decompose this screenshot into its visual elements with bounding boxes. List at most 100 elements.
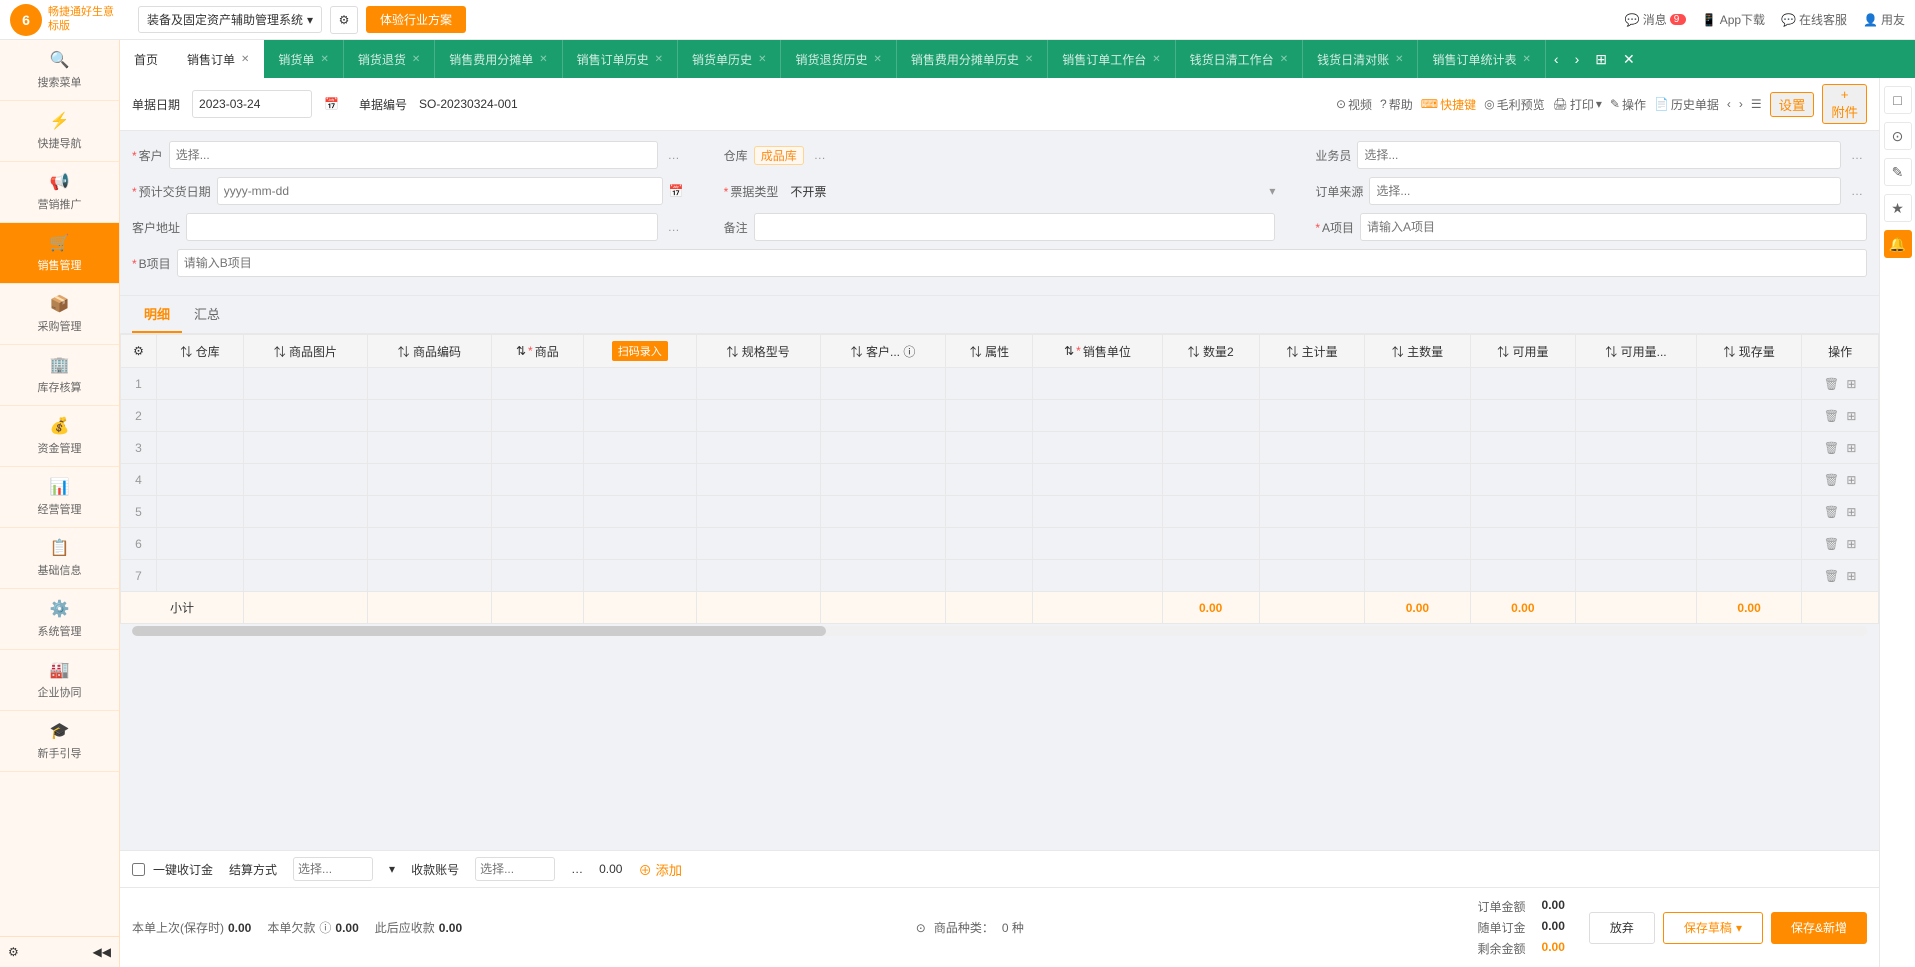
tab-close-bill-history[interactable]: ✕ bbox=[758, 54, 766, 65]
row-spec-4[interactable] bbox=[696, 464, 820, 496]
sidebar-item-search[interactable]: 🔍 搜索菜单 bbox=[0, 40, 119, 101]
row-attribute-1[interactable] bbox=[946, 368, 1033, 400]
row-sku-code-2[interactable] bbox=[367, 400, 491, 432]
row-customer-code-3[interactable] bbox=[820, 432, 946, 464]
row-attribute-5[interactable] bbox=[946, 496, 1033, 528]
row-delete-icon-7[interactable]: 🗑 bbox=[1824, 569, 1839, 583]
row-attribute-4[interactable] bbox=[946, 464, 1033, 496]
row-stock-4[interactable] bbox=[1696, 464, 1801, 496]
row-available-1[interactable] bbox=[1470, 368, 1575, 400]
row-attribute-2[interactable] bbox=[946, 400, 1033, 432]
operation-btn[interactable]: ✎ 操作 bbox=[1610, 96, 1646, 113]
tab-close-expense-split[interactable]: ✕ bbox=[539, 54, 547, 65]
customer-addr-ellipsis[interactable]: … bbox=[664, 220, 684, 234]
row-sales-unit-1[interactable] bbox=[1033, 368, 1162, 400]
account-input[interactable] bbox=[475, 857, 555, 881]
row-available2-7[interactable] bbox=[1576, 560, 1697, 592]
row-attribute-3[interactable] bbox=[946, 432, 1033, 464]
tab-summary[interactable]: 汇总 bbox=[182, 296, 232, 333]
th-main-qty[interactable]: ⇅ 主数量 bbox=[1365, 335, 1470, 368]
b-project-input[interactable] bbox=[177, 249, 1867, 277]
tab-sales-order[interactable]: 销售订单 ✕ bbox=[173, 40, 264, 78]
row-available-4[interactable] bbox=[1470, 464, 1575, 496]
th-sales-unit[interactable]: ⇅ *销售单位 bbox=[1033, 335, 1162, 368]
row-available2-1[interactable] bbox=[1576, 368, 1697, 400]
staff-input[interactable] bbox=[1357, 141, 1841, 169]
save-draft-dropdown-icon[interactable]: ▾ bbox=[1736, 921, 1742, 935]
row-product-3[interactable] bbox=[491, 432, 583, 464]
nav-next-btn[interactable]: › bbox=[1739, 97, 1743, 111]
th-customer-code[interactable]: ⇅ 客户... ⓘ bbox=[820, 335, 946, 368]
tab-close-expense-history[interactable]: ✕ bbox=[1025, 54, 1033, 65]
row-qty2-7[interactable] bbox=[1162, 560, 1259, 592]
row-available-6[interactable] bbox=[1470, 528, 1575, 560]
row-sku-code-5[interactable] bbox=[367, 496, 491, 528]
row-qty2-4[interactable] bbox=[1162, 464, 1259, 496]
add-payment-btn[interactable]: ⊕ 添加 bbox=[638, 860, 682, 879]
row-warehouse-6[interactable] bbox=[157, 528, 244, 560]
row-sales-unit-6[interactable] bbox=[1033, 528, 1162, 560]
online-service-button[interactable]: 💬 在线客服 bbox=[1781, 11, 1847, 28]
app-download-button[interactable]: 📱 App下载 bbox=[1702, 11, 1765, 28]
row-spec-3[interactable] bbox=[696, 432, 820, 464]
right-panel-btn-4[interactable]: ★ bbox=[1884, 194, 1912, 222]
tab-order-workbench[interactable]: 销售订单工作台 ✕ bbox=[1048, 40, 1175, 78]
date-input[interactable] bbox=[192, 90, 312, 118]
th-warehouse[interactable]: ⇅ 仓库 bbox=[157, 335, 244, 368]
row-main-unit-6[interactable] bbox=[1259, 528, 1364, 560]
row-main-qty-7[interactable] bbox=[1365, 560, 1470, 592]
save-new-button[interactable]: 保存&新增 bbox=[1771, 912, 1867, 944]
row-sku-code-3[interactable] bbox=[367, 432, 491, 464]
th-qty2[interactable]: ⇅ 数量2 bbox=[1162, 335, 1259, 368]
sidebar-item-inventory[interactable]: 🏢 库存核算 bbox=[0, 345, 119, 406]
row-sku-code-7[interactable] bbox=[367, 560, 491, 592]
solution-button[interactable]: 体验行业方案 bbox=[366, 6, 466, 33]
row-copy-icon-3[interactable]: ⊞ bbox=[1846, 441, 1856, 455]
row-product-6[interactable] bbox=[491, 528, 583, 560]
th-product[interactable]: ⇅ *商品 bbox=[491, 335, 583, 368]
nav-prev-btn[interactable]: ‹ bbox=[1727, 97, 1731, 111]
row-main-unit-1[interactable] bbox=[1259, 368, 1364, 400]
view-btn[interactable]: ⊙ 视频 bbox=[1336, 96, 1372, 113]
row-stock-5[interactable] bbox=[1696, 496, 1801, 528]
row-product-5[interactable] bbox=[491, 496, 583, 528]
scan-btn[interactable]: 扫码录入 bbox=[612, 341, 668, 361]
sidebar-item-sales[interactable]: 🛒 销售管理 bbox=[0, 223, 119, 284]
row-attribute-7[interactable] bbox=[946, 560, 1033, 592]
system-selector[interactable]: 装备及固定资产辅助管理系统 ▾ bbox=[138, 6, 322, 33]
row-stock-6[interactable] bbox=[1696, 528, 1801, 560]
sidebar-item-marketing[interactable]: 📢 营销推广 bbox=[0, 162, 119, 223]
help-btn[interactable]: ? 帮助 bbox=[1380, 96, 1413, 113]
row-available-2[interactable] bbox=[1470, 400, 1575, 432]
row-product-2[interactable] bbox=[491, 400, 583, 432]
row-sales-unit-3[interactable] bbox=[1033, 432, 1162, 464]
row-main-unit-3[interactable] bbox=[1259, 432, 1364, 464]
discard-button[interactable]: 放弃 bbox=[1589, 912, 1655, 944]
user-avatar[interactable]: 👤 用友 bbox=[1863, 11, 1905, 28]
right-panel-btn-1[interactable]: □ bbox=[1884, 86, 1912, 114]
print-btn[interactable]: 🖨 打印 ▾ bbox=[1553, 96, 1602, 113]
row-warehouse-7[interactable] bbox=[157, 560, 244, 592]
tab-cash-workbench[interactable]: 钱货日清工作台 ✕ bbox=[1176, 40, 1303, 78]
sidebar-item-enterprise[interactable]: 🏭 企业协同 bbox=[0, 650, 119, 711]
tab-bill-history[interactable]: 销货单历史 ✕ bbox=[678, 40, 781, 78]
row-copy-icon-4[interactable]: ⊞ bbox=[1846, 473, 1856, 487]
attach-button[interactable]: + 附件 bbox=[1822, 84, 1867, 124]
th-sku-code[interactable]: ⇅ 商品编码 bbox=[367, 335, 491, 368]
tab-close-return-history[interactable]: ✕ bbox=[873, 54, 881, 65]
row-main-unit-2[interactable] bbox=[1259, 400, 1364, 432]
row-qty2-6[interactable] bbox=[1162, 528, 1259, 560]
th-settings[interactable]: ⚙ bbox=[121, 335, 157, 368]
row-warehouse-1[interactable] bbox=[157, 368, 244, 400]
row-warehouse-5[interactable] bbox=[157, 496, 244, 528]
remark-input[interactable] bbox=[754, 213, 1276, 241]
row-delete-icon-6[interactable]: 🗑 bbox=[1824, 537, 1839, 551]
settlement-input[interactable] bbox=[293, 857, 373, 881]
a-project-input[interactable] bbox=[1360, 213, 1867, 241]
row-sales-unit-7[interactable] bbox=[1033, 560, 1162, 592]
row-delete-icon-5[interactable]: 🗑 bbox=[1824, 505, 1839, 519]
row-main-qty-4[interactable] bbox=[1365, 464, 1470, 496]
th-image[interactable]: ⇅ 商品图片 bbox=[243, 335, 367, 368]
row-copy-icon-1[interactable]: ⊞ bbox=[1846, 377, 1856, 391]
row-warehouse-2[interactable] bbox=[157, 400, 244, 432]
